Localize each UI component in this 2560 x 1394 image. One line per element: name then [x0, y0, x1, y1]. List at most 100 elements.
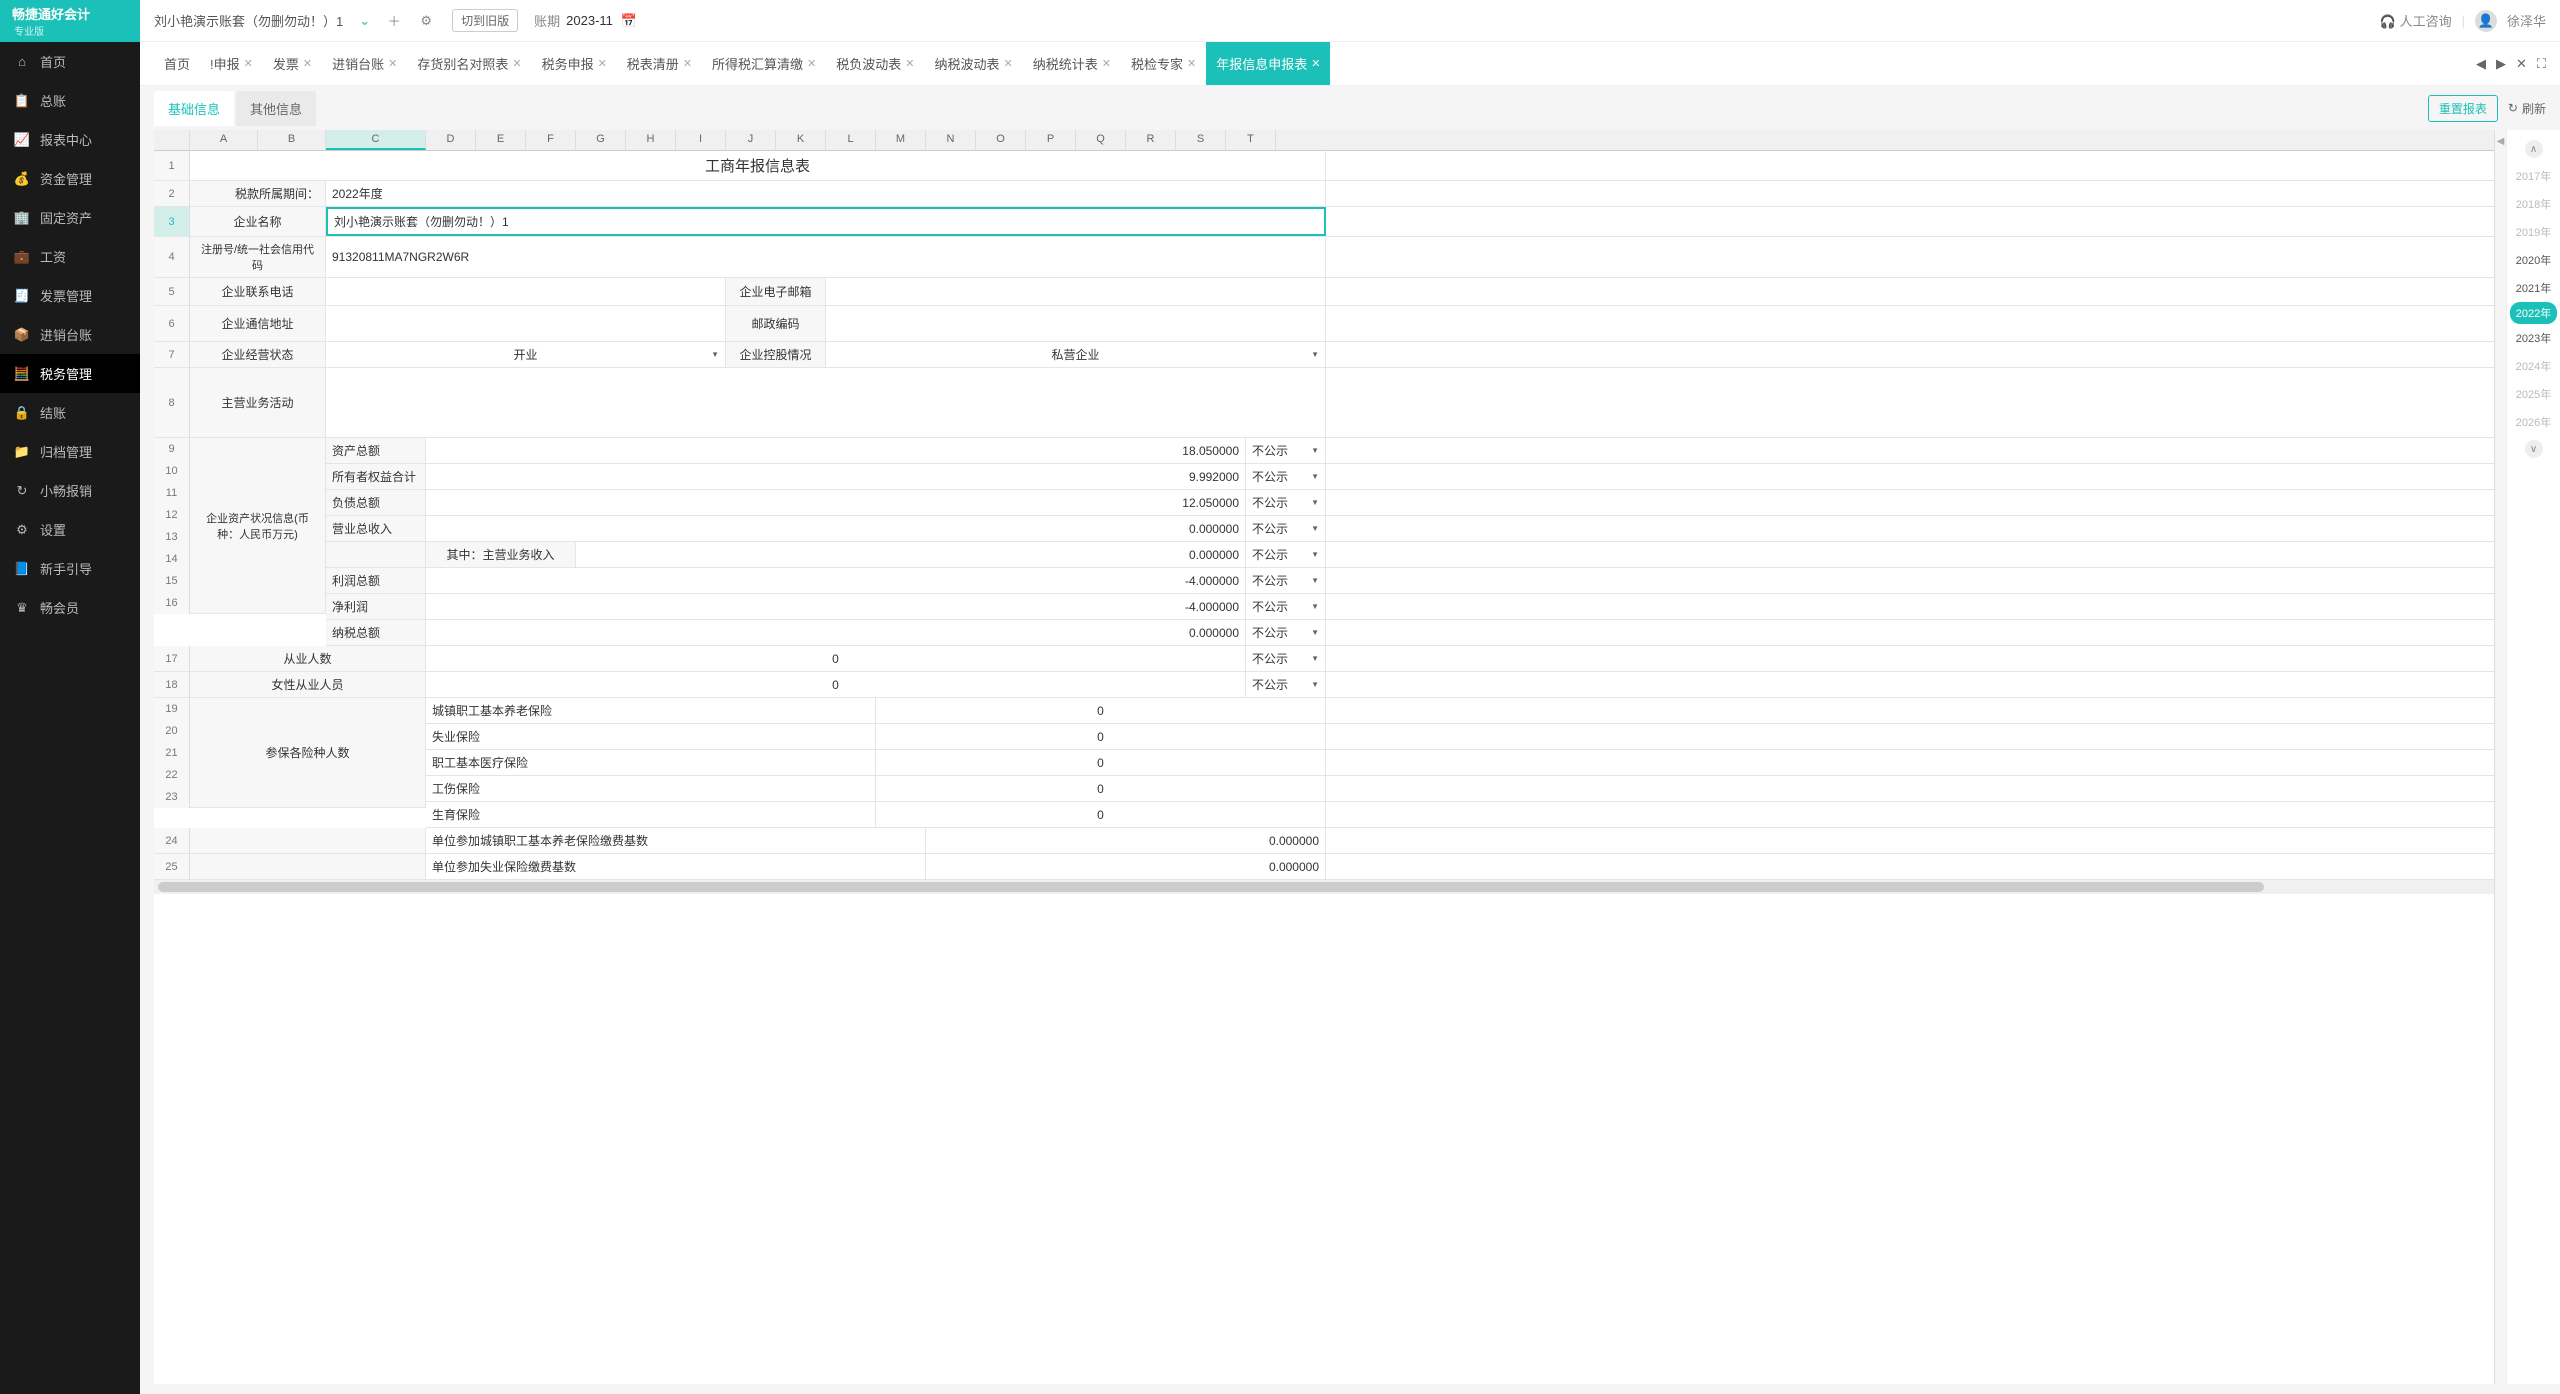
col-header[interactable]: N [926, 130, 976, 150]
company-name-value[interactable]: 刘小艳演示账套（勿删勿动！）1 [326, 207, 1326, 236]
row-header[interactable]: 13 [154, 526, 190, 548]
injury-count[interactable]: 0 [876, 776, 1326, 801]
col-header[interactable]: L [826, 130, 876, 150]
period-value[interactable]: 2023-11 [566, 13, 613, 28]
close-icon[interactable]: ✕ [598, 57, 607, 70]
calendar-icon[interactable]: 📅 [617, 9, 641, 33]
consult-button[interactable]: 🎧 人工咨询 [2380, 11, 2452, 30]
year-option[interactable]: 2023年 [2516, 324, 2551, 352]
row-header[interactable]: 15 [154, 570, 190, 592]
nav-archive[interactable]: 📁归档管理 [0, 432, 140, 471]
col-header[interactable]: P [1026, 130, 1076, 150]
row-header[interactable]: 7 [154, 342, 190, 367]
account-selector[interactable]: 刘小艳演示账套（勿删勿动！）1 [154, 11, 343, 30]
nav-funds[interactable]: 💰资金管理 [0, 159, 140, 198]
pension-base[interactable]: 0.000000 [926, 828, 1326, 853]
row-header[interactable]: 19 [154, 698, 190, 720]
col-header[interactable]: B [258, 130, 326, 150]
year-option[interactable]: 2024年 [2516, 352, 2551, 380]
close-icon[interactable]: ✕ [512, 57, 521, 70]
nav-salary[interactable]: 💼工资 [0, 237, 140, 276]
status-dropdown[interactable]: 开业 [326, 342, 726, 367]
col-header[interactable]: T [1226, 130, 1276, 150]
row-header[interactable]: 12 [154, 504, 190, 526]
tabs-next-button[interactable]: ▶ [2496, 56, 2506, 72]
phone-value[interactable] [326, 278, 726, 305]
row-header[interactable]: 1 [154, 151, 190, 180]
year-option[interactable]: 2026年 [2516, 408, 2551, 436]
nav-invoice[interactable]: 🧾发票管理 [0, 276, 140, 315]
fullscreen-button[interactable]: ⛶ [2537, 56, 2546, 72]
close-icon[interactable]: ✕ [244, 57, 253, 70]
year-option[interactable]: 2019年 [2516, 218, 2551, 246]
nav-guide[interactable]: 📘新手引导 [0, 549, 140, 588]
publish-dropdown[interactable]: 不公示 [1246, 646, 1326, 671]
tab-invoice[interactable]: 发票✕ [263, 42, 322, 86]
tabs-close-all-button[interactable]: ✕ [2516, 56, 2527, 72]
close-icon[interactable]: ✕ [1187, 57, 1196, 70]
row-header[interactable]: 4 [154, 237, 190, 277]
close-icon[interactable]: ✕ [1004, 57, 1013, 70]
row-header[interactable]: 9 [154, 438, 190, 460]
reset-report-button[interactable]: 重置报表 [2428, 95, 2498, 122]
chevron-down-icon[interactable]: ⌄ [359, 13, 370, 29]
close-icon[interactable]: ✕ [388, 57, 397, 70]
main-revenue[interactable]: 0.000000 [576, 542, 1246, 567]
year-option[interactable]: 2018年 [2516, 190, 2551, 218]
col-header[interactable]: H [626, 130, 676, 150]
year-option[interactable]: 2017年 [2516, 162, 2551, 190]
main-biz-value[interactable] [326, 368, 1326, 437]
account-settings-button[interactable]: ⚙ [414, 9, 438, 33]
tab-income-tax[interactable]: 所得税汇算清缴✕ [702, 42, 826, 86]
add-account-button[interactable]: ＋ [382, 9, 406, 33]
col-header[interactable]: A [190, 130, 258, 150]
publish-dropdown[interactable]: 不公示 [1246, 672, 1326, 697]
tab-pay-fluct[interactable]: 纳税波动表✕ [925, 42, 1023, 86]
publish-dropdown[interactable]: 不公示 [1246, 542, 1326, 567]
row-header[interactable]: 23 [154, 786, 190, 808]
tab-tax-fluct[interactable]: 税负波动表✕ [826, 42, 924, 86]
year-option[interactable]: 2025年 [2516, 380, 2551, 408]
publish-dropdown[interactable]: 不公示 [1246, 620, 1326, 645]
spreadsheet[interactable]: A B C D E F G H I J K L M N O P Q [154, 130, 2494, 1384]
col-header[interactable]: M [876, 130, 926, 150]
username[interactable]: 徐泽华 [2507, 11, 2546, 30]
total-assets[interactable]: 18.050000 [426, 438, 1246, 463]
tabs-prev-button[interactable]: ◀ [2476, 56, 2486, 72]
holding-dropdown[interactable]: 私营企业 [826, 342, 1326, 367]
close-icon[interactable]: ✕ [807, 57, 816, 70]
close-icon[interactable]: ✕ [303, 57, 312, 70]
refresh-button[interactable]: ↻刷新 [2508, 100, 2546, 117]
pension-count[interactable]: 0 [876, 698, 1326, 723]
row-header[interactable]: 5 [154, 278, 190, 305]
nav-home[interactable]: ⌂首页 [0, 42, 140, 81]
zip-value[interactable] [826, 306, 1326, 341]
nav-tax[interactable]: 🧮税务管理 [0, 354, 140, 393]
year-down-button[interactable]: ∨ [2525, 440, 2543, 458]
female-employees[interactable]: 0 [426, 672, 1246, 697]
col-header[interactable]: K [776, 130, 826, 150]
unemployment-count[interactable]: 0 [876, 724, 1326, 749]
year-option[interactable]: 2020年 [2516, 246, 2551, 274]
publish-dropdown[interactable]: 不公示 [1246, 438, 1326, 463]
subtab-basic[interactable]: 基础信息 [154, 91, 234, 126]
nav-inout[interactable]: 📦进销台账 [0, 315, 140, 354]
row-header[interactable]: 18 [154, 672, 190, 697]
liabilities[interactable]: 12.050000 [426, 490, 1246, 515]
revenue[interactable]: 0.000000 [426, 516, 1246, 541]
close-icon[interactable]: ✕ [905, 57, 914, 70]
tab-pay-stats[interactable]: 纳税统计表✕ [1023, 42, 1121, 86]
col-header[interactable]: G [576, 130, 626, 150]
avatar[interactable]: 👤 [2475, 10, 2497, 32]
nav-member[interactable]: ♛畅会员 [0, 588, 140, 627]
horizontal-scrollbar[interactable] [154, 880, 2494, 894]
tab-tax-list[interactable]: 税表清册✕ [617, 42, 702, 86]
equity[interactable]: 9.992000 [426, 464, 1246, 489]
row-header[interactable]: 16 [154, 592, 190, 614]
row-header[interactable]: 10 [154, 460, 190, 482]
collapse-year-panel[interactable]: ◀ [2494, 130, 2506, 1384]
nav-settings[interactable]: ⚙设置 [0, 510, 140, 549]
row-header[interactable]: 2 [154, 181, 190, 206]
row-header[interactable]: 17 [154, 646, 190, 671]
profit[interactable]: -4.000000 [426, 568, 1246, 593]
